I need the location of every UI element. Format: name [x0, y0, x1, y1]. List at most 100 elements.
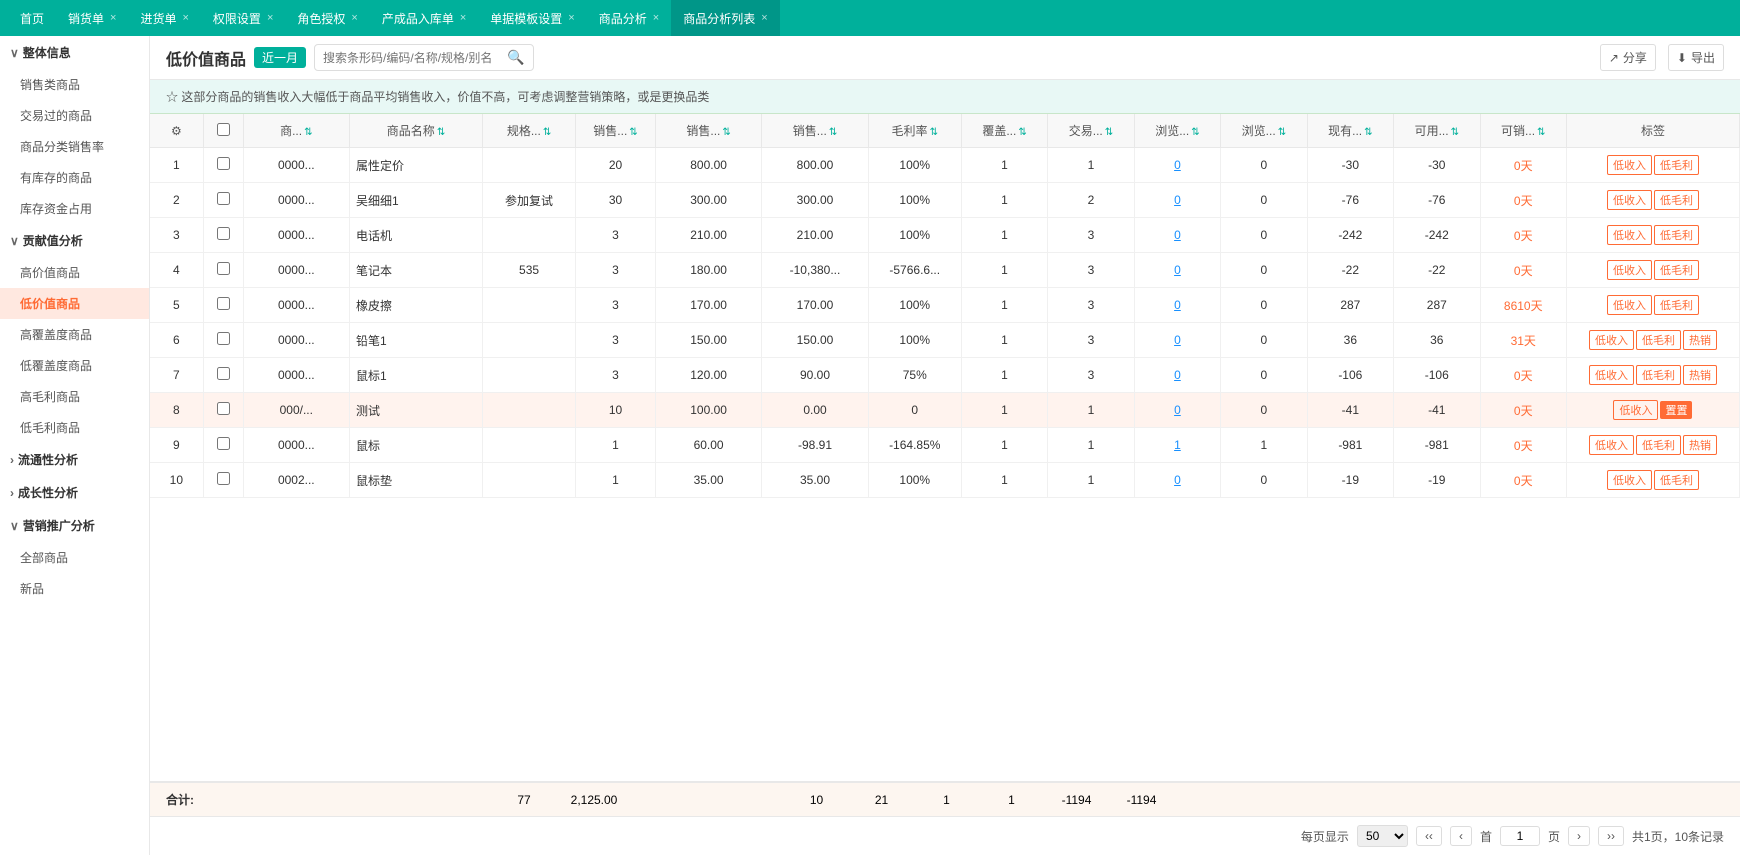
- row-checkbox[interactable]: [217, 437, 230, 450]
- product-name: 铅笔1: [350, 323, 483, 358]
- row-checkbox[interactable]: [217, 297, 230, 310]
- browse-link[interactable]: 0: [1174, 473, 1181, 487]
- product-spec: [483, 428, 576, 463]
- row-checkbox[interactable]: [217, 192, 230, 205]
- nav-product-analysis-list[interactable]: 商品分析列表 ×: [671, 0, 779, 36]
- nav-template-settings[interactable]: 单据模板设置 ×: [478, 0, 586, 36]
- sales-amount: 100.00: [655, 393, 761, 428]
- row-checkbox[interactable]: [217, 402, 230, 415]
- last-page-button[interactable]: ››: [1598, 826, 1624, 846]
- sidebar-item-stocked-products[interactable]: 有库存的商品: [0, 162, 149, 193]
- row-checkbox[interactable]: [217, 472, 230, 485]
- row-checkbox[interactable]: [217, 227, 230, 240]
- col-header-settings[interactable]: ⚙: [150, 114, 203, 148]
- product-name: 橡皮擦: [350, 288, 483, 323]
- sidebar-group-growth[interactable]: › 成长性分析: [0, 476, 149, 509]
- browse-link[interactable]: 0: [1174, 298, 1181, 312]
- sidebar-group-circulation[interactable]: › 流通性分析: [0, 443, 149, 476]
- sales-cost: 0.00: [762, 393, 868, 428]
- browse-link[interactable]: 0: [1174, 228, 1181, 242]
- coverage: 1: [961, 148, 1047, 183]
- sidebar-item-inventory-capital[interactable]: 库存资金占用: [0, 193, 149, 224]
- first-page-button[interactable]: ‹‹: [1416, 826, 1442, 846]
- sales-amount: 60.00: [655, 428, 761, 463]
- export-button[interactable]: ⬇ 导出: [1668, 44, 1724, 71]
- product-name: 电话机: [350, 218, 483, 253]
- close-icon[interactable]: ×: [351, 12, 357, 24]
- coverage: 1: [961, 393, 1047, 428]
- sidebar-item-high-margin[interactable]: 高毛利商品: [0, 381, 149, 412]
- sidebar-item-sales-products[interactable]: 销售类商品: [0, 69, 149, 100]
- browse-count2: 1: [1221, 428, 1307, 463]
- nav-sales-order[interactable]: 销货单 ×: [56, 0, 128, 36]
- close-icon[interactable]: ×: [761, 12, 767, 24]
- close-icon[interactable]: ×: [653, 12, 659, 24]
- nav-permissions[interactable]: 权限设置 ×: [201, 0, 285, 36]
- available-qty: -19: [1394, 463, 1480, 498]
- product-tags-cell: 低收入低毛利热销: [1566, 428, 1739, 463]
- sidebar-group-overall[interactable]: ∨ 整体信息: [0, 36, 149, 69]
- sidebar-item-category-sales-rate[interactable]: 商品分类销售率: [0, 131, 149, 162]
- product-tag: 低毛利: [1654, 155, 1699, 175]
- select-all-checkbox[interactable]: [217, 123, 230, 136]
- nav-role-auth[interactable]: 角色授权 ×: [285, 0, 369, 36]
- share-button[interactable]: ↗ 分享: [1600, 44, 1656, 71]
- sidebar-item-all-products[interactable]: 全部商品: [0, 542, 149, 573]
- sellable-days: 0天: [1480, 253, 1566, 288]
- sidebar-item-low-margin[interactable]: 低毛利商品: [0, 412, 149, 443]
- browse-link[interactable]: 0: [1174, 263, 1181, 277]
- page-title: 低价值商品: [166, 46, 246, 70]
- prev-page-button[interactable]: ‹: [1450, 826, 1472, 846]
- sales-qty: 20: [576, 148, 656, 183]
- browse-link[interactable]: 0: [1174, 158, 1181, 172]
- col-header-profit-rate: 毛利率⇅: [868, 114, 961, 148]
- row-checkbox[interactable]: [217, 332, 230, 345]
- product-name: 鼠标垫: [350, 463, 483, 498]
- col-header-spec: 规格...⇅: [483, 114, 576, 148]
- nav-product-analysis[interactable]: 商品分析 ×: [587, 0, 671, 36]
- sidebar-group-contribution[interactable]: ∨ 贡献值分析: [0, 224, 149, 257]
- next-page-button[interactable]: ›: [1568, 826, 1590, 846]
- product-tag: 热销: [1683, 365, 1717, 385]
- browse-count2: 0: [1221, 288, 1307, 323]
- row-checkbox[interactable]: [217, 157, 230, 170]
- available-qty: -76: [1394, 183, 1480, 218]
- sidebar-item-high-value[interactable]: 高价值商品: [0, 257, 149, 288]
- trade-count: 2: [1048, 183, 1134, 218]
- sidebar-item-traded-products[interactable]: 交易过的商品: [0, 100, 149, 131]
- available-qty: -30: [1394, 148, 1480, 183]
- browse-link[interactable]: 0: [1174, 193, 1181, 207]
- time-filter-tag[interactable]: 近一月: [254, 47, 306, 68]
- nav-purchase-order[interactable]: 进货单 ×: [128, 0, 200, 36]
- close-icon[interactable]: ×: [110, 12, 116, 24]
- nav-finished-goods[interactable]: 产成品入库单 ×: [370, 0, 478, 36]
- nav-home[interactable]: 首页: [8, 0, 56, 36]
- trade-count: 3: [1048, 253, 1134, 288]
- sidebar-item-low-value[interactable]: 低价值商品: [0, 288, 149, 319]
- sidebar-item-high-coverage[interactable]: 高覆盖度商品: [0, 319, 149, 350]
- browse-link[interactable]: 0: [1174, 403, 1181, 417]
- row-checkbox[interactable]: [217, 262, 230, 275]
- close-icon[interactable]: ×: [267, 12, 273, 24]
- product-code: 0000...: [243, 253, 349, 288]
- row-checkbox-cell: [203, 428, 243, 463]
- product-tags-cell: 低收入低毛利热销: [1566, 358, 1739, 393]
- browse-link[interactable]: 0: [1174, 368, 1181, 382]
- sellable-days: 0天: [1480, 218, 1566, 253]
- col-header-code: 商...⇅: [243, 114, 349, 148]
- browse-link[interactable]: 0: [1174, 333, 1181, 347]
- product-spec: [483, 288, 576, 323]
- close-icon[interactable]: ×: [460, 12, 466, 24]
- close-icon[interactable]: ×: [182, 12, 188, 24]
- profit-rate: 75%: [868, 358, 961, 393]
- page-number-input[interactable]: [1500, 826, 1540, 846]
- close-icon[interactable]: ×: [568, 12, 574, 24]
- search-input[interactable]: [323, 51, 503, 65]
- sidebar-group-marketing[interactable]: ∨ 营销推广分析: [0, 509, 149, 542]
- sidebar-item-low-coverage[interactable]: 低覆盖度商品: [0, 350, 149, 381]
- browse-link[interactable]: 1: [1174, 438, 1181, 452]
- sidebar-item-new-products[interactable]: 新品: [0, 573, 149, 604]
- per-page-select[interactable]: 50 100 200: [1357, 825, 1408, 847]
- row-checkbox[interactable]: [217, 367, 230, 380]
- total-values: 77 2,125.00 10 21 1 1 -1194 -1194: [204, 793, 1724, 807]
